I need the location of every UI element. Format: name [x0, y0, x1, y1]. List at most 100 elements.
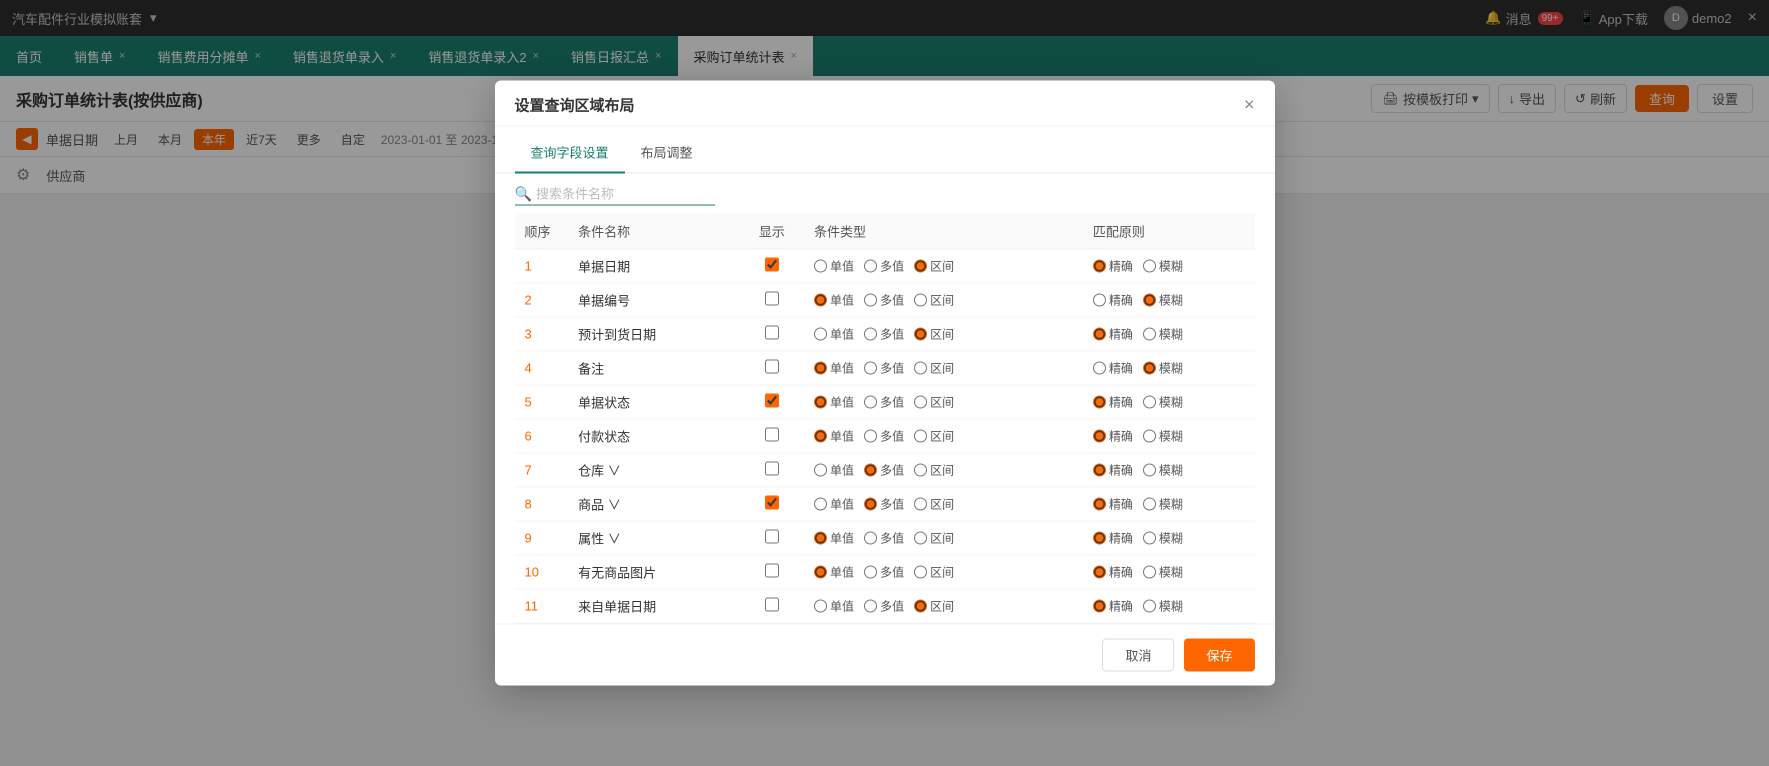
type-radio-多值[interactable]	[864, 294, 877, 307]
save-button[interactable]: 保存	[1184, 639, 1254, 672]
display-checkbox[interactable]	[765, 496, 779, 510]
type-radio-区间[interactable]	[914, 566, 927, 579]
type-radio-单值[interactable]	[814, 430, 827, 443]
type-radio-区间[interactable]	[914, 532, 927, 545]
type-radio-单值[interactable]	[814, 396, 827, 409]
match-option-精确[interactable]: 精确	[1093, 360, 1133, 377]
type-radio-单值[interactable]	[814, 464, 827, 477]
display-checkbox[interactable]	[765, 598, 779, 612]
match-radio-精确[interactable]	[1093, 328, 1106, 341]
match-option-精确[interactable]: 精确	[1093, 462, 1133, 479]
tab-query-fields[interactable]: 查询字段设置	[515, 137, 625, 174]
type-option-多值[interactable]: 多值	[864, 360, 904, 377]
type-radio-单值[interactable]	[814, 328, 827, 341]
display-checkbox[interactable]	[765, 258, 779, 272]
type-radio-区间[interactable]	[914, 362, 927, 375]
type-radio-区间[interactable]	[914, 430, 927, 443]
match-option-精确[interactable]: 精确	[1093, 394, 1133, 411]
type-radio-区间[interactable]	[914, 328, 927, 341]
match-radio-精确[interactable]	[1093, 600, 1106, 613]
type-radio-区间[interactable]	[914, 260, 927, 273]
match-option-模糊[interactable]: 模糊	[1143, 360, 1183, 377]
match-radio-精确[interactable]	[1093, 260, 1106, 273]
type-radio-多值[interactable]	[864, 362, 877, 375]
type-option-单值[interactable]: 单值	[814, 564, 854, 581]
match-option-模糊[interactable]: 模糊	[1143, 394, 1183, 411]
type-option-多值[interactable]: 多值	[864, 530, 904, 547]
type-option-多值[interactable]: 多值	[864, 292, 904, 309]
match-option-模糊[interactable]: 模糊	[1143, 292, 1183, 309]
type-option-区间[interactable]: 区间	[914, 496, 954, 513]
type-option-单值[interactable]: 单值	[814, 598, 854, 615]
match-radio-模糊[interactable]	[1143, 566, 1156, 579]
type-option-多值[interactable]: 多值	[864, 564, 904, 581]
display-checkbox[interactable]	[765, 462, 779, 476]
type-option-单值[interactable]: 单值	[814, 530, 854, 547]
match-radio-模糊[interactable]	[1143, 532, 1156, 545]
type-radio-单值[interactable]	[814, 294, 827, 307]
type-option-区间[interactable]: 区间	[914, 564, 954, 581]
match-radio-模糊[interactable]	[1143, 600, 1156, 613]
match-radio-精确[interactable]	[1093, 464, 1106, 477]
type-radio-区间[interactable]	[914, 600, 927, 613]
match-radio-模糊[interactable]	[1143, 464, 1156, 477]
match-option-精确[interactable]: 精确	[1093, 428, 1133, 445]
match-radio-模糊[interactable]	[1143, 430, 1156, 443]
type-radio-单值[interactable]	[814, 362, 827, 375]
match-option-精确[interactable]: 精确	[1093, 530, 1133, 547]
match-radio-模糊[interactable]	[1143, 498, 1156, 511]
match-option-模糊[interactable]: 模糊	[1143, 496, 1183, 513]
match-option-模糊[interactable]: 模糊	[1143, 564, 1183, 581]
modal-close-button[interactable]: ×	[1244, 95, 1255, 116]
type-radio-多值[interactable]	[864, 498, 877, 511]
type-option-多值[interactable]: 多值	[864, 258, 904, 275]
cancel-button[interactable]: 取消	[1102, 639, 1174, 672]
type-option-单值[interactable]: 单值	[814, 258, 854, 275]
type-radio-多值[interactable]	[864, 600, 877, 613]
type-option-区间[interactable]: 区间	[914, 428, 954, 445]
match-radio-精确[interactable]	[1093, 294, 1106, 307]
match-option-模糊[interactable]: 模糊	[1143, 598, 1183, 615]
type-option-区间[interactable]: 区间	[914, 394, 954, 411]
display-checkbox[interactable]	[765, 530, 779, 544]
match-radio-精确[interactable]	[1093, 566, 1106, 579]
type-option-多值[interactable]: 多值	[864, 598, 904, 615]
match-radio-模糊[interactable]	[1143, 362, 1156, 375]
type-radio-多值[interactable]	[864, 566, 877, 579]
type-option-区间[interactable]: 区间	[914, 326, 954, 343]
type-option-区间[interactable]: 区间	[914, 258, 954, 275]
type-option-多值[interactable]: 多值	[864, 394, 904, 411]
match-radio-精确[interactable]	[1093, 396, 1106, 409]
match-option-精确[interactable]: 精确	[1093, 326, 1133, 343]
type-option-单值[interactable]: 单值	[814, 428, 854, 445]
match-option-精确[interactable]: 精确	[1093, 496, 1133, 513]
type-radio-单值[interactable]	[814, 260, 827, 273]
display-checkbox[interactable]	[765, 564, 779, 578]
type-radio-多值[interactable]	[864, 328, 877, 341]
type-radio-多值[interactable]	[864, 430, 877, 443]
match-radio-精确[interactable]	[1093, 498, 1106, 511]
match-radio-精确[interactable]	[1093, 532, 1106, 545]
match-option-模糊[interactable]: 模糊	[1143, 326, 1183, 343]
type-radio-单值[interactable]	[814, 498, 827, 511]
type-option-单值[interactable]: 单值	[814, 496, 854, 513]
type-option-单值[interactable]: 单值	[814, 462, 854, 479]
type-option-区间[interactable]: 区间	[914, 292, 954, 309]
display-checkbox[interactable]	[765, 394, 779, 408]
type-option-单值[interactable]: 单值	[814, 394, 854, 411]
type-option-多值[interactable]: 多值	[864, 326, 904, 343]
type-option-区间[interactable]: 区间	[914, 598, 954, 615]
display-checkbox[interactable]	[765, 326, 779, 340]
match-radio-模糊[interactable]	[1143, 294, 1156, 307]
type-radio-单值[interactable]	[814, 532, 827, 545]
display-checkbox[interactable]	[765, 292, 779, 306]
search-input[interactable]	[536, 187, 706, 202]
match-option-精确[interactable]: 精确	[1093, 258, 1133, 275]
match-radio-模糊[interactable]	[1143, 260, 1156, 273]
type-radio-多值[interactable]	[864, 532, 877, 545]
type-option-区间[interactable]: 区间	[914, 360, 954, 377]
type-radio-单值[interactable]	[814, 566, 827, 579]
match-option-精确[interactable]: 精确	[1093, 598, 1133, 615]
type-radio-多值[interactable]	[864, 464, 877, 477]
type-radio-区间[interactable]	[914, 464, 927, 477]
